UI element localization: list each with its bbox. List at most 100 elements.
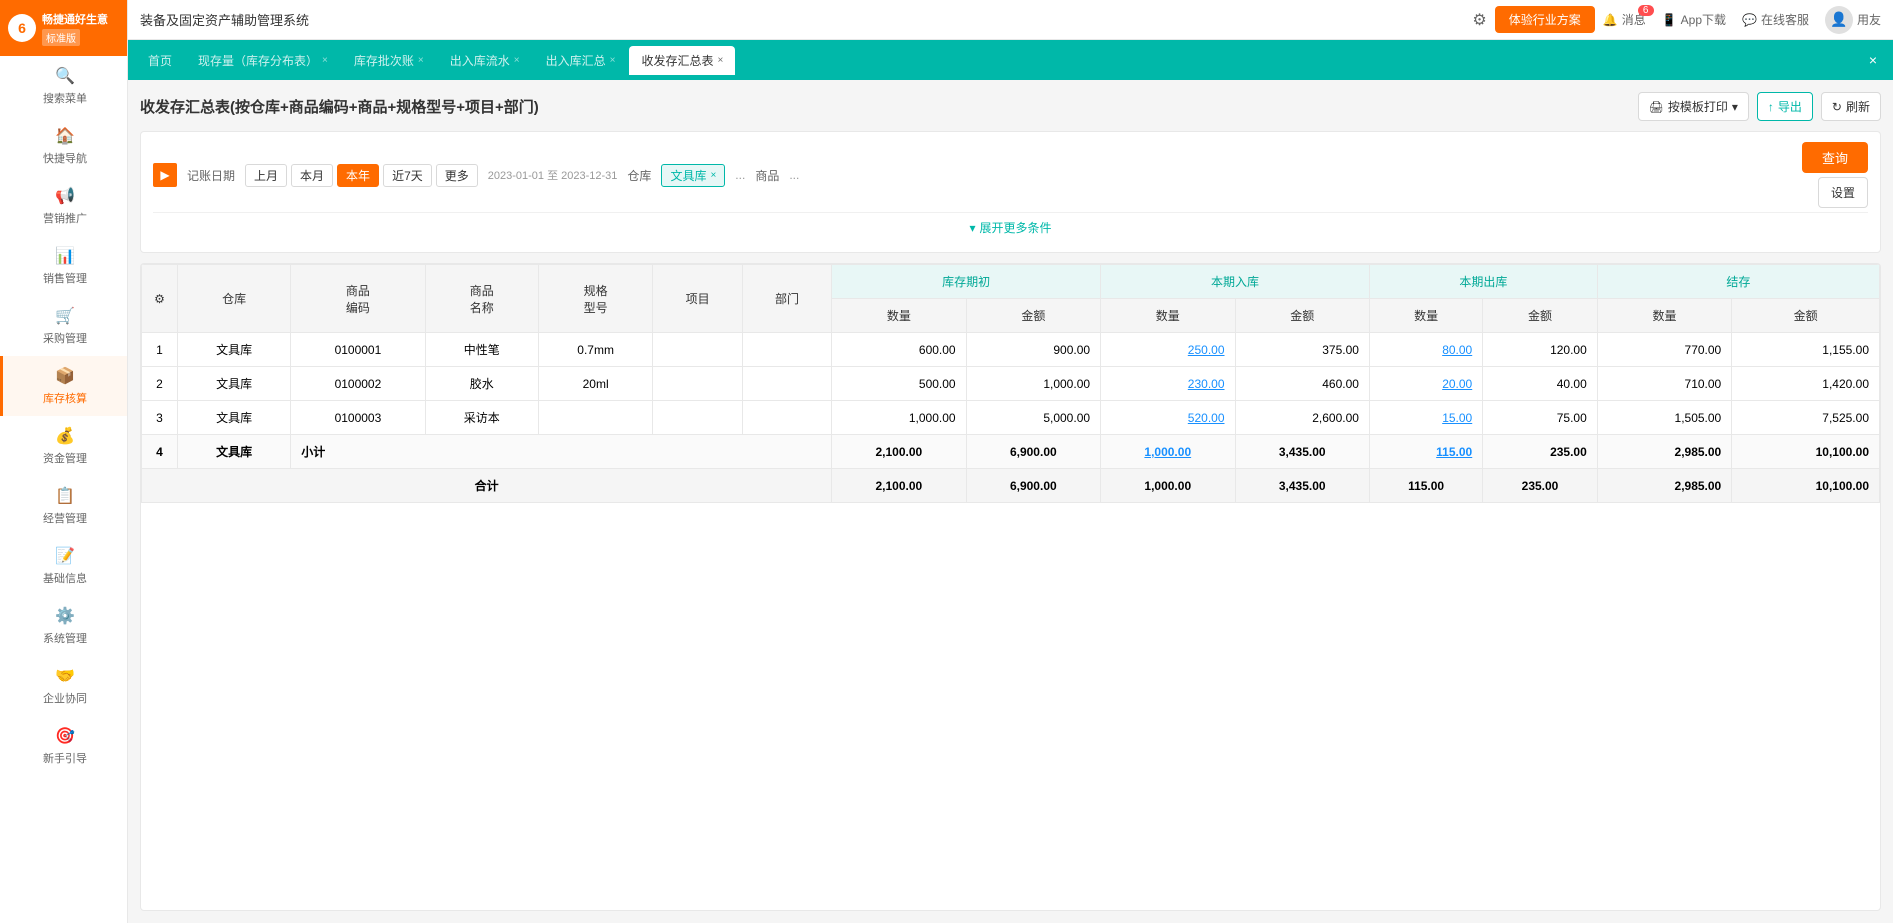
sidebar-item-guide[interactable]: 🎯 新手引导	[0, 716, 127, 776]
product-more[interactable]: ...	[789, 168, 799, 182]
message-item[interactable]: 🔔 消息 6	[1603, 11, 1646, 28]
username-label: 用友	[1857, 11, 1881, 28]
date-7days[interactable]: 近7天	[383, 164, 432, 187]
settings-button[interactable]: 设置	[1818, 177, 1868, 208]
date-this-year[interactable]: 本年	[337, 164, 379, 187]
date-this-month[interactable]: 本月	[291, 164, 333, 187]
sidebar-item-basic[interactable]: 📝 基础信息	[0, 536, 127, 596]
sidebar-label-marketing: 营销推广	[43, 210, 87, 226]
cell-out-qty-1[interactable]: 80.00	[1369, 333, 1482, 367]
print-icon: 🖨	[1649, 100, 1664, 114]
tab-stock-dist-close[interactable]: ×	[322, 55, 328, 66]
sidebar-item-purchase[interactable]: 🛒 采购管理	[0, 296, 127, 356]
logo-icon: 6	[8, 14, 36, 42]
cell-in-qty-3[interactable]: 520.00	[1101, 401, 1235, 435]
cell-project-1	[653, 333, 742, 367]
cell-in-qty-1[interactable]: 250.00	[1101, 333, 1235, 367]
export-button[interactable]: ↑ 导出	[1757, 92, 1813, 121]
cell-out-qty-2[interactable]: 20.00	[1369, 367, 1482, 401]
cell-subtotal-out-qty[interactable]: 115.00	[1369, 435, 1482, 469]
cell-spec-1: 0.7mm	[538, 333, 653, 367]
cell-subtotal-opening-amt: 6,900.00	[966, 435, 1100, 469]
tab-stock-dist-label: 现存量（库存分布表）	[198, 52, 318, 69]
th-balance-amt: 金额	[1732, 299, 1880, 333]
sidebar-item-sales[interactable]: 📊 销售管理	[0, 236, 127, 296]
tab-stock-dist[interactable]: 现存量（库存分布表） ×	[186, 46, 340, 75]
date-prev-month[interactable]: 上月	[245, 164, 287, 187]
cell-subtotal-in-qty[interactable]: 1,000.00	[1101, 435, 1235, 469]
cell-dept-3	[742, 401, 831, 435]
cell-in-qty-2[interactable]: 230.00	[1101, 367, 1235, 401]
refresh-button[interactable]: ↻ 刷新	[1821, 92, 1881, 121]
cell-name-2: 胶水	[425, 367, 538, 401]
system-name: 装备及固定资产辅助管理系统	[140, 10, 1464, 29]
sidebar-label-search: 搜索菜单	[43, 90, 87, 106]
sidebar-item-system[interactable]: ⚙️ 系统管理	[0, 596, 127, 656]
experience-button[interactable]: 体验行业方案	[1495, 6, 1595, 33]
print-button[interactable]: 🖨 按模板打印 ▾	[1638, 92, 1749, 121]
warehouse-tag[interactable]: 文具库 ×	[661, 164, 725, 187]
system-icon: ⚙️	[55, 606, 75, 626]
tab-batch[interactable]: 库存批次账 ×	[342, 46, 436, 75]
tab-receive-summary[interactable]: 收发存汇总表 ×	[629, 46, 735, 75]
cell-balance-qty-3: 1,505.00	[1597, 401, 1731, 435]
sidebar-label-collab: 企业协同	[43, 690, 87, 706]
tab-inout-flow-close[interactable]: ×	[514, 55, 520, 66]
sidebar-item-search[interactable]: 🔍 搜索菜单	[0, 56, 127, 116]
table-row: 1 文具库 0100001 中性笔 0.7mm 600.00 900.00 25…	[142, 333, 1880, 367]
cell-no-1: 1	[142, 333, 178, 367]
tab-inout-summary-close[interactable]: ×	[610, 55, 616, 66]
config-icon[interactable]: ⚙	[1472, 10, 1486, 30]
sidebar-item-operations[interactable]: 📋 经营管理	[0, 476, 127, 536]
cell-in-amt-3: 2,600.00	[1235, 401, 1369, 435]
sidebar-item-collab[interactable]: 🤝 企业协同	[0, 656, 127, 716]
expand-conditions[interactable]: ▾ 展开更多条件	[153, 212, 1868, 242]
th-in: 本期入库	[1101, 265, 1370, 299]
sidebar-item-quicknav[interactable]: 🏠 快捷导航	[0, 116, 127, 176]
cell-opening-qty-2: 500.00	[832, 367, 966, 401]
date-buttons: 上月 本月 本年 近7天 更多	[245, 164, 478, 187]
message-bell-icon: 🔔	[1603, 13, 1618, 27]
cell-dept-2	[742, 367, 831, 401]
cell-balance-amt-2: 1,420.00	[1732, 367, 1880, 401]
th-settings[interactable]: ⚙	[142, 265, 178, 333]
warehouse-tag-close[interactable]: ×	[710, 170, 716, 181]
cell-out-qty-3[interactable]: 15.00	[1369, 401, 1482, 435]
cell-subtotal-warehouse: 文具库	[178, 435, 291, 469]
cell-code-1: 0100001	[291, 333, 425, 367]
cell-opening-qty-1: 600.00	[832, 333, 966, 367]
tabbar-close-all[interactable]: ×	[1861, 48, 1885, 72]
cell-code-2: 0100002	[291, 367, 425, 401]
cell-balance-amt-3: 7,525.00	[1732, 401, 1880, 435]
page: 收发存汇总表(按仓库+商品编码+商品+规格型号+项目+部门) 🖨 按模板打印 ▾…	[128, 80, 1893, 923]
th-code: 商品编码	[291, 265, 425, 333]
th-name: 商品名称	[425, 265, 538, 333]
query-button[interactable]: 查询	[1802, 142, 1868, 173]
tab-receive-summary-close[interactable]: ×	[717, 55, 723, 66]
sidebar-label-guide: 新手引导	[43, 750, 87, 766]
date-more[interactable]: 更多	[436, 164, 478, 187]
home-icon: 🏠	[55, 126, 75, 146]
cell-subtotal-in-amt: 3,435.00	[1235, 435, 1369, 469]
warehouse-more[interactable]: ...	[735, 168, 745, 182]
tab-batch-close[interactable]: ×	[418, 55, 424, 66]
sidebar-item-marketing[interactable]: 📢 营销推广	[0, 176, 127, 236]
table-container: ⚙ 仓库 商品编码 商品名称 规格型号 项目 部门 库存期初 本期入库 本期出库…	[140, 263, 1881, 911]
sidebar-item-finance[interactable]: 💰 资金管理	[0, 416, 127, 476]
sidebar-logo: 6 畅捷通好生意 标准版	[0, 0, 127, 56]
app-download-item[interactable]: 📱 App下载	[1662, 11, 1726, 28]
cell-opening-amt-3: 5,000.00	[966, 401, 1100, 435]
tab-inout-summary[interactable]: 出入库汇总 ×	[534, 46, 628, 75]
online-service-item[interactable]: 💬 在线客服	[1742, 11, 1809, 28]
tab-home[interactable]: 首页	[136, 46, 184, 75]
tab-inout-flow[interactable]: 出入库流水 ×	[438, 46, 532, 75]
cell-spec-2: 20ml	[538, 367, 653, 401]
main-area: 装备及固定资产辅助管理系统 ⚙ 体验行业方案 🔔 消息 6 📱 App下载 💬 …	[128, 0, 1893, 923]
user-item[interactable]: 👤 用友	[1825, 6, 1881, 34]
sidebar-item-inventory[interactable]: 📦 库存核算	[0, 356, 127, 416]
cell-spec-3	[538, 401, 653, 435]
product-filter-label: 商品	[755, 167, 779, 184]
cell-project-3	[653, 401, 742, 435]
cell-warehouse-2: 文具库	[178, 367, 291, 401]
filter-expand-button[interactable]: ▶	[153, 163, 177, 187]
